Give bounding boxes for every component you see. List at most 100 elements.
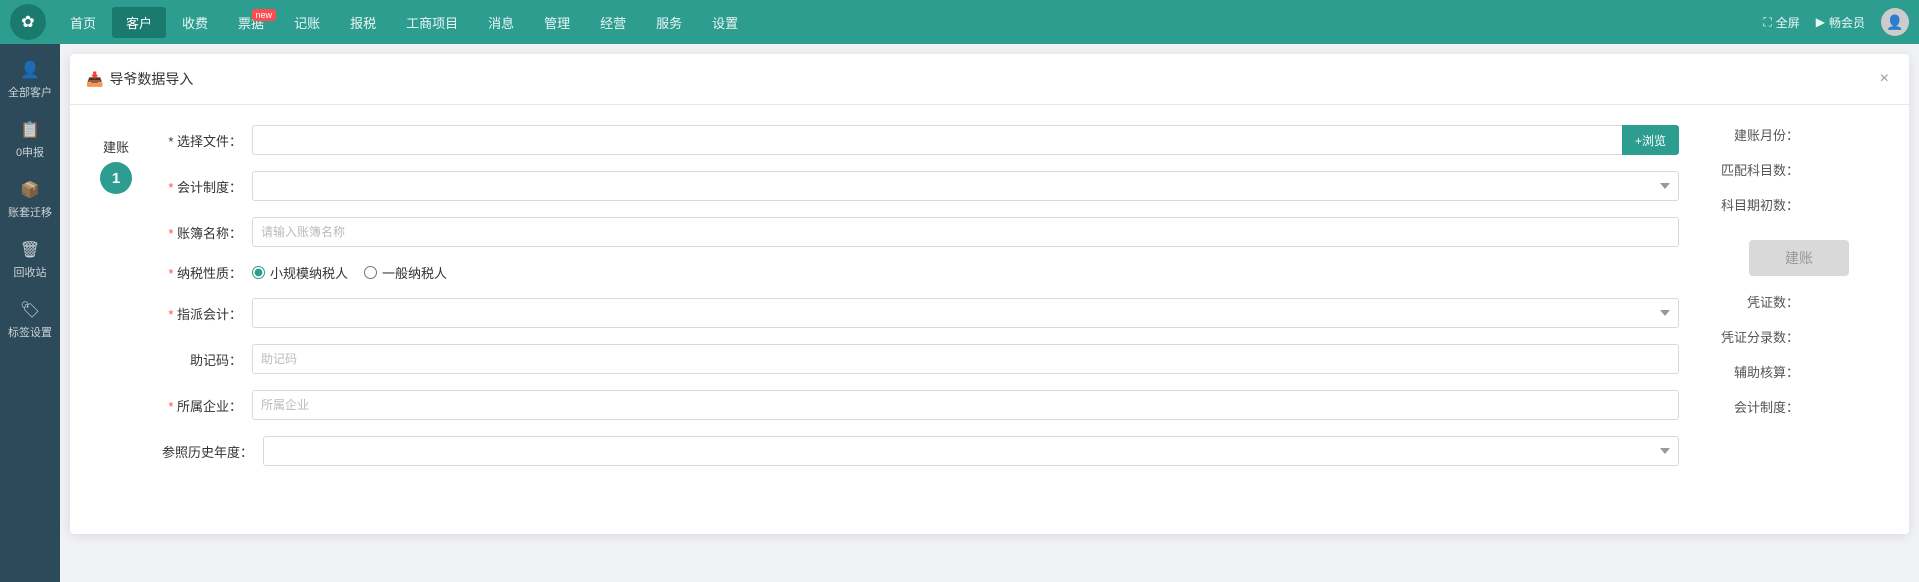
info-subject-initial-label: 科目期初数： — [1719, 195, 1799, 214]
company-row: 所属企业： — [162, 390, 1679, 420]
nav-management[interactable]: 管理 — [530, 7, 584, 38]
tax-small-input[interactable] — [252, 266, 265, 279]
memo-input[interactable] — [252, 344, 1679, 374]
info-accounting-system: 会计制度： — [1719, 397, 1879, 416]
new-badge: new — [252, 9, 277, 21]
nav-billing[interactable]: 收费 — [168, 7, 222, 38]
build-account-button[interactable]: 建账 — [1749, 240, 1849, 276]
fullscreen-icon: ⛶ — [1763, 15, 1771, 30]
sidebar-item-recycle[interactable]: 🗑 回收站 — [3, 232, 57, 288]
info-matched-subjects: 匹配科目数： — [1719, 160, 1879, 179]
ledger-row: 账簿名称： — [162, 217, 1679, 247]
nav-settings[interactable]: 设置 — [698, 7, 752, 38]
accounting-row: 会计制度： — [162, 171, 1679, 201]
dialog-body: 建账 1 * 选择文件： +浏览 — [70, 105, 1909, 486]
nav-tax[interactable]: 报税 — [336, 7, 390, 38]
nav-operations[interactable]: 经营 — [586, 7, 640, 38]
company-input[interactable] — [252, 390, 1679, 420]
tax-radio-group: 小规模纳税人 一般纳税人 — [252, 263, 1679, 282]
accountant-row: 指派会计： — [162, 298, 1679, 328]
nav-messages[interactable]: 消息 — [474, 7, 528, 38]
dialog-header: 📥 导爷数据导入 × — [70, 54, 1909, 105]
info-vouchers-label: 凭证数： — [1719, 292, 1799, 311]
nav-business[interactable]: 工商项目 — [392, 7, 472, 38]
info-voucher-entries: 凭证分录数： — [1719, 327, 1879, 346]
nav-home[interactable]: 首页 — [56, 7, 110, 38]
tax-row: 纳税性质： 小规模纳税人 一般纳税人 — [162, 263, 1679, 282]
info-vouchers: 凭证数： — [1719, 292, 1879, 311]
history-row: 参照历史年度： — [162, 436, 1679, 466]
tax-general-input[interactable] — [364, 266, 377, 279]
declaration-icon: 📋 — [20, 120, 40, 140]
tax-general-label: 一般纳税人 — [382, 263, 447, 282]
topnav-right: ⛶ 全屏 ▶ 畅会员 👤 — [1763, 8, 1909, 36]
accounting-select[interactable] — [252, 171, 1679, 201]
accountant-label: 指派会计： — [162, 304, 242, 323]
form-fields: * 选择文件： +浏览 会计制度： — [162, 125, 1679, 466]
file-input-group: +浏览 — [252, 125, 1679, 155]
step-circle: 1 — [100, 162, 132, 194]
sidebar-item-label: 标签设置 — [8, 324, 52, 340]
recycle-icon: 🗑 — [20, 240, 40, 260]
browse-button[interactable]: +浏览 — [1622, 125, 1679, 155]
info-build-month: 建账月份： — [1719, 125, 1879, 144]
dialog: 📥 导爷数据导入 × 建账 1 — [70, 54, 1909, 534]
file-input[interactable] — [252, 125, 1622, 155]
avatar[interactable]: 👤 — [1881, 8, 1909, 36]
file-row: * 选择文件： +浏览 — [162, 125, 1679, 155]
nav-accounting[interactable]: 记账 — [280, 7, 334, 38]
dialog-close-button[interactable]: × — [1876, 66, 1893, 92]
step-label: 建账 — [103, 137, 129, 156]
vip-btn[interactable]: ▶ 畅会员 — [1816, 14, 1865, 31]
main-layout: 👤 全部客户 📋 0申报 📦 账套迁移 🗑 回收站 🏷 标签设置 📥 导爷 — [0, 44, 1919, 582]
fullscreen-btn[interactable]: ⛶ 全屏 — [1763, 14, 1799, 31]
info-voucher-entries-label: 凭证分录数： — [1719, 327, 1799, 346]
tax-general-radio[interactable]: 一般纳税人 — [364, 263, 447, 282]
accounting-label: 会计制度： — [162, 177, 242, 196]
info-subject-initial: 科目期初数： — [1719, 195, 1879, 214]
vip-label: 畅会员 — [1829, 14, 1865, 31]
sidebar-item-all-customers[interactable]: 👤 全部客户 — [3, 52, 57, 108]
nav-services[interactable]: 服务 — [642, 7, 696, 38]
vip-icon: ▶ — [1816, 15, 1825, 29]
history-select[interactable] — [263, 436, 1679, 466]
dialog-title-icon: 📥 — [86, 71, 103, 88]
build-btn-area: 建账 — [1719, 230, 1879, 276]
sidebar: 👤 全部客户 📋 0申报 📦 账套迁移 🗑 回收站 🏷 标签设置 — [0, 44, 60, 582]
fullscreen-label: 全屏 — [1776, 14, 1800, 31]
step-indicator: 建账 1 — [100, 125, 132, 466]
sidebar-item-migration[interactable]: 📦 账套迁移 — [3, 172, 57, 228]
info-accounting-system-label: 会计制度： — [1719, 397, 1799, 416]
info-panel: 建账月份： 匹配科目数： 科目期初数： 建账 — [1679, 125, 1879, 466]
tax-label: 纳税性质： — [162, 263, 242, 282]
info-auxiliary: 辅助核算： — [1719, 362, 1879, 381]
ledger-input[interactable] — [252, 217, 1679, 247]
info-build-month-label: 建账月份： — [1719, 125, 1799, 144]
memo-label: 助记码： — [162, 350, 242, 369]
sidebar-item-label: 0申报 — [16, 144, 44, 160]
top-navigation: ✿ 首页 客户 收费 票据 new 记账 报税 工商项目 消息 管理 经营 服务… — [0, 0, 1919, 44]
sidebar-item-tags[interactable]: 🏷 标签设置 — [3, 292, 57, 348]
info-matched-subjects-label: 匹配科目数： — [1719, 160, 1799, 179]
sidebar-item-zero-declaration[interactable]: 📋 0申报 — [3, 112, 57, 168]
tags-icon: 🏷 — [20, 300, 40, 320]
tax-small-radio[interactable]: 小规模纳税人 — [252, 263, 348, 282]
logo-icon: ✿ — [21, 12, 34, 32]
all-customers-icon: 👤 — [20, 60, 40, 80]
logo: ✿ — [10, 4, 46, 40]
nav-tickets[interactable]: 票据 new — [224, 7, 278, 38]
tax-small-label: 小规模纳税人 — [270, 263, 348, 282]
step-number: 1 — [112, 170, 120, 187]
history-label: 参照历史年度： — [162, 442, 253, 461]
dialog-title-text: 导爷数据导入 — [109, 69, 193, 89]
nav-customers[interactable]: 客户 — [112, 7, 166, 38]
sidebar-item-label: 全部客户 — [8, 84, 52, 100]
sidebar-item-label: 回收站 — [14, 264, 47, 280]
accountant-select[interactable] — [252, 298, 1679, 328]
main-content: 📥 导爷数据导入 × 建账 1 — [60, 44, 1919, 582]
ledger-label: 账簿名称： — [162, 223, 242, 242]
form-area: 建账 1 * 选择文件： +浏览 — [100, 125, 1679, 466]
nav-items: 首页 客户 收费 票据 new 记账 报税 工商项目 消息 管理 经营 服务 设… — [56, 7, 1763, 38]
sidebar-item-label: 账套迁移 — [8, 204, 52, 220]
memo-row: 助记码： — [162, 344, 1679, 374]
